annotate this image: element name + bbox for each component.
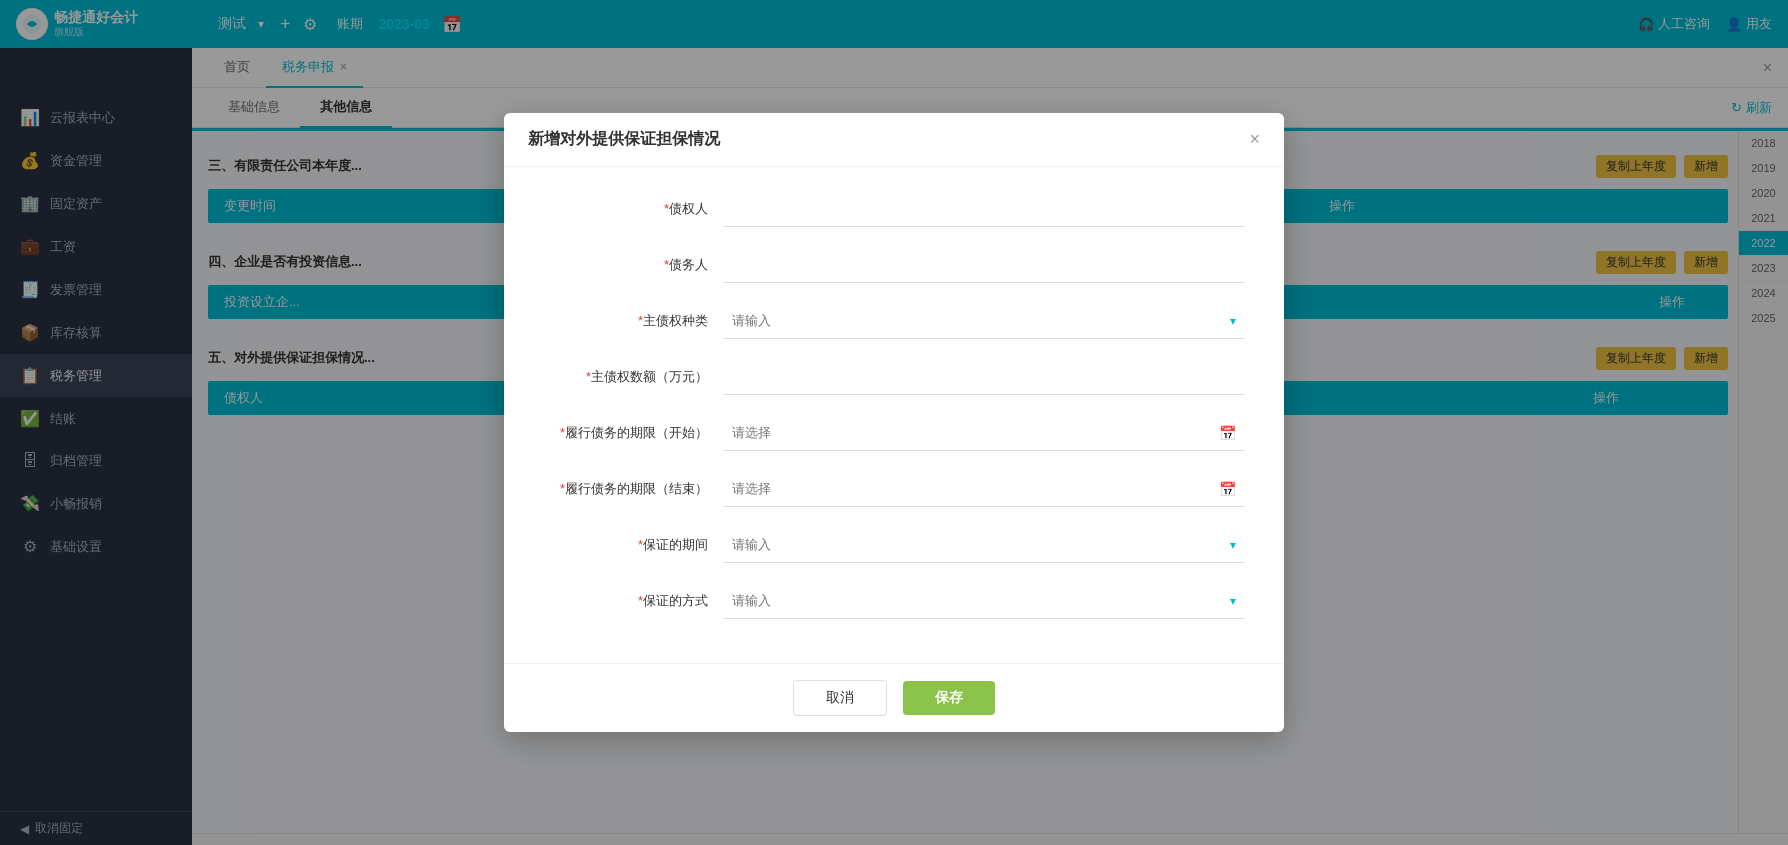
select-wrap-baozhengqijian: ▾ [724, 527, 1244, 563]
required-mark-7: * [638, 537, 643, 552]
form-label-qixianjieshu: *履行债务的期限（结束） [544, 480, 724, 498]
input-zhuzhaikuanshoue[interactable] [724, 359, 1244, 395]
form-row-zhaiwuren: *债务人 [544, 247, 1244, 283]
select-input-baozhengfangshi[interactable] [724, 583, 1244, 618]
select-arrow-baozhengqijian[interactable]: ▾ [1230, 538, 1236, 552]
select-input-baozhengqijian[interactable] [724, 527, 1244, 562]
date-wrap-qixianjieshu: 📅 [724, 471, 1244, 507]
form-row-zhuzhaikuanshoue: *主债权数额（万元） [544, 359, 1244, 395]
form-label-zhuzhaikuanshoue: *主债权数额（万元） [544, 368, 724, 386]
modal-close-btn[interactable]: × [1249, 129, 1260, 150]
form-label-qixiankaishi: *履行债务的期限（开始） [544, 424, 724, 442]
save-button[interactable]: 保存 [903, 681, 995, 715]
select-input-zhuzhaikuanzhonglei[interactable] [724, 303, 1244, 338]
calendar-icon-end[interactable]: 📅 [1219, 481, 1236, 497]
form-label-baozhengqijian: *保证的期间 [544, 536, 724, 554]
modal-footer: 取消 保存 [504, 663, 1284, 732]
date-input-qixianjieshu[interactable] [724, 471, 1244, 506]
form-label-zhuzhaikuanzhonglei: *主债权种类 [544, 312, 724, 330]
form-row-zhaiquanren: *债权人 [544, 191, 1244, 227]
modal-overlay: 新增对外提供保证担保情况 × *债权人 *债务人 *主债权种类 [0, 0, 1788, 845]
form-row-baozhengfangshi: *保证的方式 ▾ [544, 583, 1244, 619]
calendar-icon-start[interactable]: 📅 [1219, 425, 1236, 441]
date-input-qixiankaishi[interactable] [724, 415, 1244, 450]
select-wrap-zhuzhaikuanzhonglei: ▾ [724, 303, 1244, 339]
required-mark-6: * [560, 481, 565, 496]
select-arrow-zhuzhaikuanzhonglei[interactable]: ▾ [1230, 314, 1236, 328]
form-row-qixiankaishi: *履行债务的期限（开始） 📅 [544, 415, 1244, 451]
required-mark: * [664, 201, 669, 216]
modal-title: 新增对外提供保证担保情况 [528, 129, 720, 150]
form-row-qixianjieshu: *履行债务的期限（结束） 📅 [544, 471, 1244, 507]
modal-header: 新增对外提供保证担保情况 × [504, 113, 1284, 167]
required-mark-8: * [638, 593, 643, 608]
modal: 新增对外提供保证担保情况 × *债权人 *债务人 *主债权种类 [504, 113, 1284, 732]
form-label-baozhengfangshi: *保证的方式 [544, 592, 724, 610]
select-arrow-baozhengfangshi[interactable]: ▾ [1230, 594, 1236, 608]
required-mark-4: * [586, 369, 591, 384]
cancel-button[interactable]: 取消 [793, 680, 887, 716]
form-label-zhaiwuren: *债务人 [544, 256, 724, 274]
required-mark-3: * [638, 313, 643, 328]
required-mark-2: * [664, 257, 669, 272]
select-wrap-baozhengfangshi: ▾ [724, 583, 1244, 619]
required-mark-5: * [560, 425, 565, 440]
form-row-baozhengqijian: *保证的期间 ▾ [544, 527, 1244, 563]
form-label-zhaiquanren: *债权人 [544, 200, 724, 218]
form-row-zhuzhaikuanzhonglei: *主债权种类 ▾ [544, 303, 1244, 339]
modal-body: *债权人 *债务人 *主债权种类 ▾ [504, 167, 1284, 663]
input-zhaiwuren[interactable] [724, 247, 1244, 283]
date-wrap-qixiankaishi: 📅 [724, 415, 1244, 451]
input-zhaiquanren[interactable] [724, 191, 1244, 227]
